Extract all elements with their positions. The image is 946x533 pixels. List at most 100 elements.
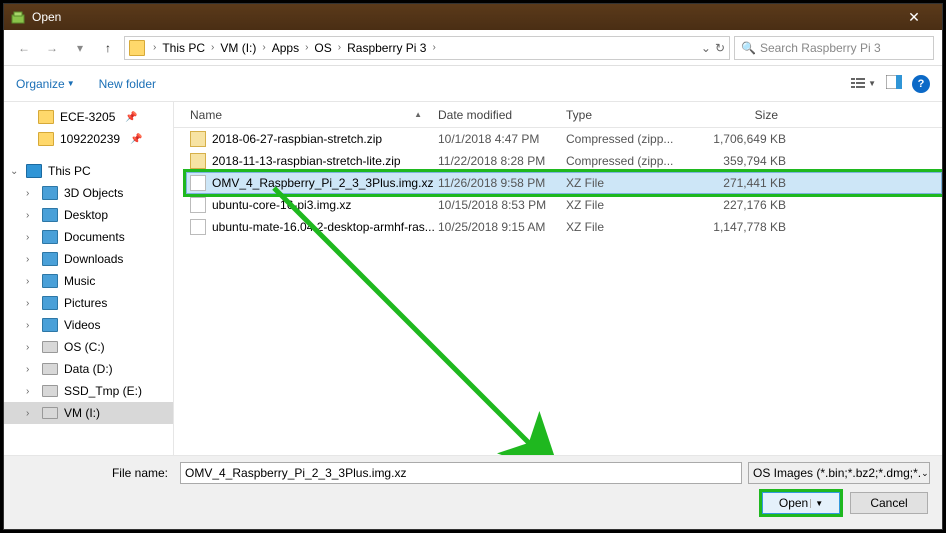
footer: File name: OS Images (*.bin;*.bz2;*.dmg;…	[4, 455, 942, 529]
tree-item[interactable]: ›Documents	[4, 226, 173, 248]
help-button[interactable]: ?	[912, 75, 930, 93]
tree-item[interactable]: ›Videos	[4, 314, 173, 336]
previous-locations-dropdown[interactable]: ⌄	[701, 41, 711, 55]
breadcrumb-item[interactable]: This PC	[160, 39, 207, 57]
tree-item[interactable]: ›VM (I:)	[4, 402, 173, 424]
new-folder-button[interactable]: New folder	[99, 77, 156, 91]
music-icon	[42, 274, 58, 288]
drive-icon	[42, 363, 58, 375]
navigation-tree[interactable]: ECE-3205📌 109220239📌 ⌄This PC ›3D Object…	[4, 102, 174, 455]
chevron-right-icon[interactable]: ›	[26, 342, 36, 353]
tree-item-thispc[interactable]: ⌄This PC	[4, 160, 173, 182]
file-name: ubuntu-mate-16.04.2-desktop-armhf-ras...	[212, 220, 435, 234]
file-row[interactable]: 2018-06-27-raspbian-stretch.zip 10/1/2018…	[174, 128, 942, 150]
file-rows[interactable]: 2018-06-27-raspbian-stretch.zip 10/1/2018…	[174, 128, 942, 455]
videos-icon	[42, 318, 58, 332]
desktop-icon	[42, 208, 58, 222]
tree-item[interactable]: ECE-3205📌	[4, 106, 173, 128]
tree-item[interactable]: ›Data (D:)	[4, 358, 173, 380]
chevron-right-icon: ›	[338, 42, 341, 53]
breadcrumb-item[interactable]: VM (I:)	[218, 39, 258, 57]
thispc-icon	[26, 164, 42, 178]
pin-icon: 📌	[130, 134, 142, 145]
breadcrumb-item[interactable]: Apps	[270, 39, 301, 57]
breadcrumb[interactable]: › This PC › VM (I:) › Apps › OS › Raspbe…	[124, 36, 730, 60]
column-type[interactable]: Type	[566, 108, 686, 122]
breadcrumb-item[interactable]: OS	[312, 39, 333, 57]
file-date: 10/25/2018 9:15 AM	[438, 220, 566, 234]
chevron-right-icon[interactable]: ›	[26, 386, 36, 397]
sort-asc-icon: ▲	[414, 110, 422, 119]
chevron-right-icon[interactable]: ›	[26, 254, 36, 265]
file-type: XZ File	[566, 220, 686, 234]
file-size: 227,176 KB	[686, 198, 786, 212]
file-date: 10/1/2018 4:47 PM	[438, 132, 566, 146]
open-dialog: Open ✕ ← → ▾ ↑ › This PC › VM (I:) › App…	[3, 3, 943, 530]
tree-item[interactable]: ›3D Objects	[4, 182, 173, 204]
chevron-right-icon: ›	[211, 42, 214, 53]
preview-pane-button[interactable]	[886, 75, 902, 92]
file-row[interactable]: 2018-11-13-raspbian-stretch-lite.zip11/2…	[174, 150, 942, 172]
chevron-right-icon[interactable]: ›	[26, 188, 36, 199]
recent-dropdown[interactable]: ▾	[68, 36, 92, 60]
column-name[interactable]: Name▲	[190, 108, 438, 122]
search-input[interactable]: 🔍 Search Raspberry Pi 3	[734, 36, 934, 60]
folder-icon	[129, 40, 145, 56]
chevron-right-icon[interactable]: ›	[26, 364, 36, 375]
file-row[interactable]: ubuntu-mate-16.04.2-desktop-armhf-ras...…	[174, 216, 942, 238]
column-headers[interactable]: Name▲ Date modified Type Size	[174, 102, 942, 128]
tree-item[interactable]: ›OS (C:)	[4, 336, 173, 358]
chevron-right-icon[interactable]: ›	[26, 276, 36, 287]
up-button[interactable]: ↑	[96, 36, 120, 60]
file-icon	[190, 175, 206, 191]
file-icon	[190, 219, 206, 235]
chevron-right-icon[interactable]: ›	[26, 298, 36, 309]
chevron-right-icon[interactable]: ›	[26, 210, 36, 221]
toolbar: Organize▼ New folder ▼ ?	[4, 66, 942, 102]
back-button[interactable]: ←	[12, 36, 36, 60]
chevron-right-icon: ›	[262, 42, 265, 53]
file-icon	[190, 197, 206, 213]
view-options-button[interactable]: ▼	[850, 77, 876, 91]
tree-item[interactable]: ›Desktop	[4, 204, 173, 226]
tree-item[interactable]: 109220239📌	[4, 128, 173, 150]
file-row[interactable]: OMV_4_Raspberry_Pi_2_3_3Plus.img.xz11/26…	[186, 172, 942, 194]
file-type-filter[interactable]: OS Images (*.bin;*.bz2;*.dmg;*.⌄	[748, 462, 930, 484]
file-list: Name▲ Date modified Type Size 2018-06-27…	[174, 102, 942, 455]
drive-icon	[42, 407, 58, 419]
downloads-icon	[42, 252, 58, 266]
file-name: 2018-06-27-raspbian-stretch.zip	[212, 132, 382, 146]
chevron-down-icon[interactable]: ⌄	[10, 166, 20, 177]
column-size[interactable]: Size	[686, 108, 786, 122]
tree-item[interactable]: ›SSD_Tmp (E:)	[4, 380, 173, 402]
chevron-right-icon[interactable]: ›	[26, 408, 36, 419]
forward-button[interactable]: →	[40, 36, 64, 60]
breadcrumb-item[interactable]: Raspberry Pi 3	[345, 39, 428, 57]
file-icon	[190, 131, 206, 147]
chevron-right-icon: ›	[153, 42, 156, 53]
chevron-right-icon[interactable]: ›	[26, 232, 36, 243]
tree-item[interactable]: ›Downloads	[4, 248, 173, 270]
file-icon	[190, 153, 206, 169]
cancel-button[interactable]: Cancel	[850, 492, 928, 514]
search-placeholder: Search Raspberry Pi 3	[760, 41, 881, 55]
pin-icon: 📌	[125, 112, 137, 123]
documents-icon	[42, 230, 58, 244]
filename-input[interactable]	[180, 462, 742, 484]
file-row[interactable]: ubuntu-core-16-pi3.img.xz10/15/2018 8:53…	[174, 194, 942, 216]
tree-item[interactable]: ›Pictures	[4, 292, 173, 314]
tree-item[interactable]: ›Music	[4, 270, 173, 292]
chevron-right-icon[interactable]: ›	[26, 320, 36, 331]
folder-icon	[38, 132, 54, 146]
organize-menu[interactable]: Organize▼	[16, 77, 75, 91]
file-name: 2018-11-13-raspbian-stretch-lite.zip	[212, 154, 401, 168]
file-type: XZ File	[566, 198, 686, 212]
refresh-button[interactable]: ↻	[715, 41, 725, 55]
column-date[interactable]: Date modified	[438, 108, 566, 122]
search-icon: 🔍	[741, 41, 756, 55]
file-type: XZ File	[566, 176, 686, 190]
close-button[interactable]: ✕	[892, 4, 936, 30]
open-button[interactable]: Open▼	[762, 492, 840, 514]
file-size: 1,706,649 KB	[686, 132, 786, 146]
file-date: 11/26/2018 9:58 PM	[438, 176, 566, 190]
